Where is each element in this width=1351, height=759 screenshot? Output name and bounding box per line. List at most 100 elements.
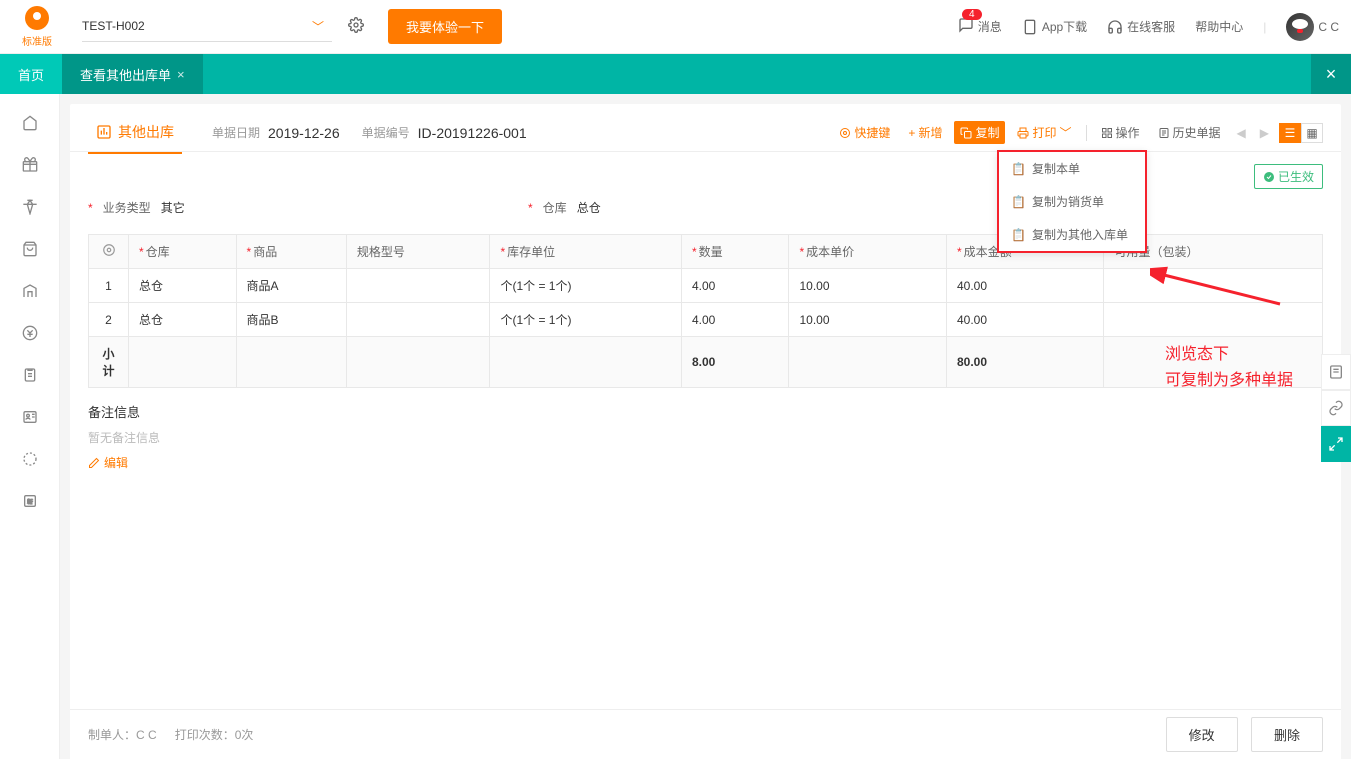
subtotal-row: 小计 8.00 80.00 <box>89 337 1323 388</box>
add-button[interactable]: + 新增 <box>902 121 948 144</box>
remark-section: 备注信息 暂无备注信息 编辑 <box>70 388 1341 485</box>
messages-label: 消息 <box>978 18 1002 35</box>
status-badge: 已生效 <box>1254 164 1323 189</box>
online-service-link[interactable]: 在线客服 <box>1107 18 1175 35</box>
table-wrap: *仓库 *商品 规格型号 *库存单位 *数量 *成本单价 *成本金额 可用量（包… <box>70 234 1341 388</box>
pencil-icon <box>88 457 100 469</box>
col-product: *商品 <box>236 235 346 269</box>
items-table: *仓库 *商品 规格型号 *库存单位 *数量 *成本单价 *成本金额 可用量（包… <box>88 234 1323 388</box>
shortcut-button[interactable]: 快捷键 <box>833 121 896 144</box>
nav-home-icon[interactable] <box>0 102 59 144</box>
nav-contacts-icon[interactable] <box>0 396 59 438</box>
history-button[interactable]: 历史单据 <box>1152 121 1227 144</box>
edition-label: 标准版 <box>12 33 62 48</box>
app-download-link[interactable]: App下载 <box>1022 18 1087 35</box>
tab-home[interactable]: 首页 <box>0 54 62 94</box>
delete-button[interactable]: 删除 <box>1251 717 1323 752</box>
document-container: 其他出库 单据日期 2019-12-26 单据编号 ID-20191226-00… <box>70 104 1341 709</box>
print-button[interactable]: 打印 ﹀ <box>1011 121 1077 144</box>
close-all-tabs[interactable]: × <box>1311 54 1351 94</box>
nav-warehouse-icon[interactable] <box>0 270 59 312</box>
next-arrow[interactable]: ▶ <box>1256 126 1273 140</box>
status-row: 已生效 <box>70 152 1341 189</box>
phone-icon <box>1022 19 1038 35</box>
prev-arrow[interactable]: ◀ <box>1233 126 1250 140</box>
no-label: 单据编号 <box>362 124 410 141</box>
company-name: TEST-H002 <box>82 19 304 33</box>
col-settings[interactable] <box>89 235 129 269</box>
message-icon <box>958 17 974 36</box>
copy-dropdown: 📋 复制本单 📋 复制为销货单 📋 复制为其他入库单 <box>997 150 1147 253</box>
top-header: 标准版 TEST-H002 ﹀ 我要体验一下 消息 App下载 在线客服 帮助中… <box>0 0 1351 54</box>
col-price: *成本单价 <box>789 235 946 269</box>
date-value: 2019-12-26 <box>268 125 340 141</box>
chevron-down-icon: ﹀ <box>312 18 324 35</box>
print-count-label: 打印次数： <box>175 726 235 743</box>
rail-note-icon[interactable] <box>1321 354 1351 390</box>
view-toggle: ☰ ▦ <box>1279 123 1323 143</box>
date-label: 单据日期 <box>212 124 260 141</box>
rail-expand-icon[interactable] <box>1321 426 1351 462</box>
top-right-area: 消息 App下载 在线客服 帮助中心 | C C <box>958 13 1339 41</box>
remark-empty: 暂无备注信息 <box>88 429 1323 446</box>
remark-title: 备注信息 <box>88 402 1323 421</box>
col-unit: *库存单位 <box>490 235 681 269</box>
doc-header: 其他出库 单据日期 2019-12-26 单据编号 ID-20191226-00… <box>70 104 1341 152</box>
nav-gift-icon[interactable] <box>0 144 59 186</box>
copy-this-item[interactable]: 📋 复制本单 <box>999 152 1145 185</box>
gear-icon <box>839 127 851 139</box>
modify-button[interactable]: 修改 <box>1166 717 1238 752</box>
svg-text:新: 新 <box>27 498 33 506</box>
nav-bag-icon[interactable] <box>0 228 59 270</box>
rail-link-icon[interactable] <box>1321 390 1351 426</box>
logo[interactable]: 标准版 <box>12 6 62 48</box>
messages-link[interactable]: 消息 <box>958 17 1002 36</box>
avatar-icon <box>1286 13 1314 41</box>
copy-sales-item[interactable]: 📋 复制为销货单 <box>999 185 1145 218</box>
copy-other-in-item[interactable]: 📋 复制为其他入库单 <box>999 218 1145 251</box>
nav-new-icon[interactable]: 新 <box>0 480 59 522</box>
doc-icon: 📋 <box>1011 195 1026 209</box>
no-value: ID-20191226-001 <box>418 125 527 141</box>
history-icon <box>1158 127 1170 139</box>
chart-icon <box>96 124 112 140</box>
list-view-icon[interactable]: ☰ <box>1279 123 1301 143</box>
table-row[interactable]: 2 总仓 商品B 个(1个 = 1个) 4.00 10.00 40.00 <box>89 303 1323 337</box>
card-view-icon[interactable]: ▦ <box>1301 123 1323 143</box>
doc-icon: 📋 <box>1011 162 1026 176</box>
check-circle-icon <box>1263 171 1275 183</box>
user-name: C C <box>1318 20 1339 34</box>
form-row: * 业务类型 其它 * 仓库 总仓 <box>70 189 1341 234</box>
plus-icon: + <box>908 126 915 140</box>
edit-remark-link[interactable]: 编辑 <box>88 454 1323 471</box>
footer: 制单人： C C 打印次数： 0次 修改 删除 <box>70 709 1341 759</box>
col-warehouse: *仓库 <box>129 235 237 269</box>
experience-button[interactable]: 我要体验一下 <box>388 9 502 44</box>
grid-icon <box>1101 127 1113 139</box>
doc-tab[interactable]: 其他出库 <box>88 112 182 154</box>
col-spec: 规格型号 <box>346 235 490 269</box>
col-qty: *数量 <box>681 235 789 269</box>
toolbar: 快捷键 + 新增 复制 打印 ﹀ <box>833 121 1323 144</box>
printer-icon <box>1017 127 1029 139</box>
copy-button[interactable]: 复制 <box>954 121 1005 144</box>
nav-diamond-icon[interactable] <box>0 186 59 228</box>
creator-label: 制单人： <box>88 726 136 743</box>
print-count-value: 0次 <box>235 726 254 743</box>
settings-icon[interactable] <box>348 17 364 36</box>
nav-money-icon[interactable] <box>0 312 59 354</box>
left-nav: 新 <box>0 94 60 759</box>
table-row[interactable]: 1 总仓 商品A 个(1个 = 1个) 4.00 10.00 40.00 <box>89 269 1323 303</box>
doc-info: 单据日期 2019-12-26 单据编号 ID-20191226-001 <box>212 124 541 141</box>
company-selector[interactable]: TEST-H002 ﹀ <box>82 12 332 42</box>
headset-icon <box>1107 19 1123 35</box>
nav-settings2-icon[interactable] <box>0 438 59 480</box>
doc-icon: 📋 <box>1011 228 1026 242</box>
tab-view-other-outbound[interactable]: 查看其他出库单 × <box>62 54 203 94</box>
close-icon[interactable]: × <box>177 67 185 82</box>
biz-type-field: * 业务类型 其它 <box>88 199 528 216</box>
operate-button[interactable]: 操作 <box>1095 121 1146 144</box>
user-menu[interactable]: C C <box>1286 13 1339 41</box>
nav-clipboard-icon[interactable] <box>0 354 59 396</box>
help-center-link[interactable]: 帮助中心 <box>1195 18 1243 35</box>
